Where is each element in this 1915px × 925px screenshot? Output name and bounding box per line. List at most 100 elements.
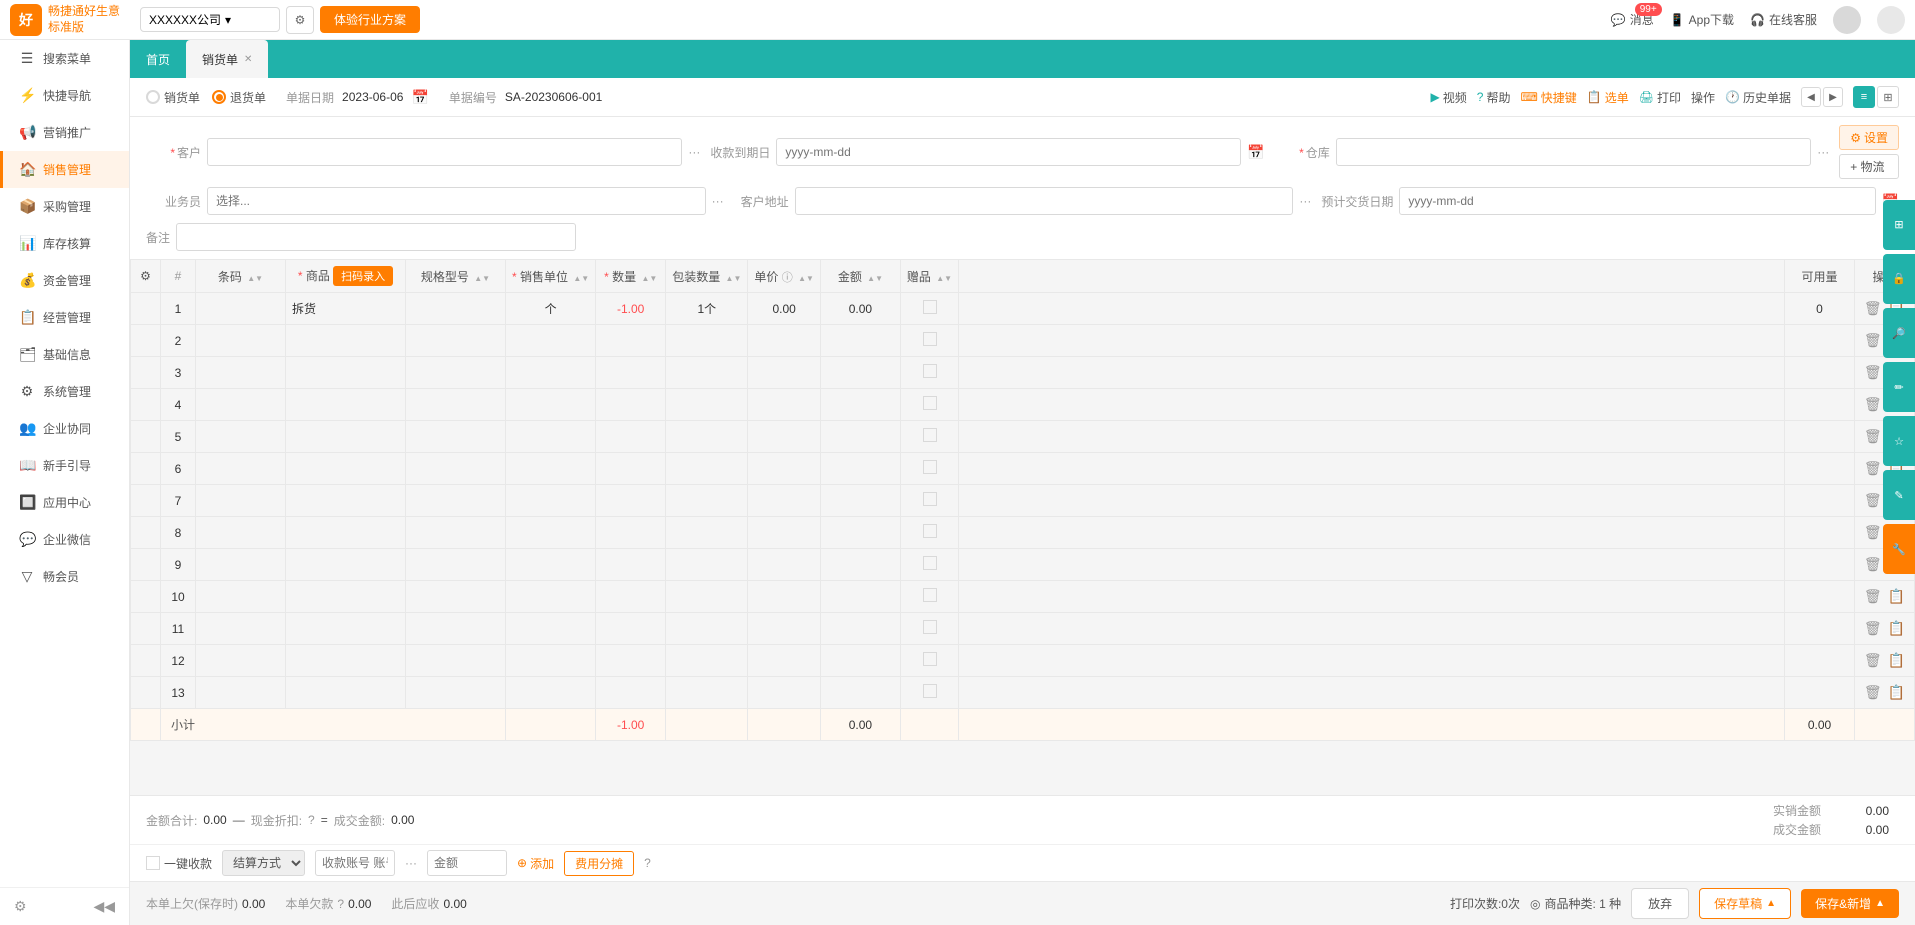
user-avatar[interactable] bbox=[1833, 6, 1861, 34]
expected-date-input[interactable] bbox=[1399, 187, 1875, 215]
fee-split-help-icon[interactable]: ? bbox=[644, 856, 651, 870]
col-product[interactable]: * 商品 扫码录入 bbox=[286, 260, 406, 293]
tab-close-icon[interactable]: ✕ bbox=[244, 54, 252, 65]
grid-view-button[interactable]: ⊞ bbox=[1877, 86, 1899, 108]
sidebar-item-basic-info[interactable]: 🗂 基础信息 bbox=[0, 336, 129, 373]
due-date-calendar-icon[interactable]: 📅 bbox=[1247, 144, 1264, 161]
sales-radio[interactable]: 销货单 bbox=[146, 89, 200, 106]
gift-checkbox[interactable] bbox=[923, 620, 937, 634]
discard-button[interactable]: 放弃 bbox=[1631, 888, 1689, 919]
col-settings[interactable]: ⚙ bbox=[131, 260, 161, 293]
delete-row-icon[interactable]: 🗑 bbox=[1864, 460, 1882, 477]
addr-dots-button[interactable]: ··· bbox=[1299, 194, 1311, 208]
col-pkg[interactable]: 包装数量 ▲▼ bbox=[666, 260, 748, 293]
delete-row-icon[interactable]: 🗑 bbox=[1864, 620, 1882, 637]
delete-row-icon[interactable]: 🗑 bbox=[1864, 492, 1882, 509]
delete-row-icon[interactable]: 🗑 bbox=[1864, 588, 1882, 605]
message-button[interactable]: 💬 消息 99+ bbox=[1611, 11, 1654, 28]
gift-checkbox[interactable] bbox=[923, 652, 937, 666]
sidebar-item-inventory[interactable]: 📊 库存核算 bbox=[0, 225, 129, 262]
pay-method-select[interactable]: 结算方式 bbox=[222, 850, 305, 876]
sidebar-item-finance[interactable]: 💰 资金管理 bbox=[0, 262, 129, 299]
settings-gear-button[interactable]: ⚙ bbox=[286, 6, 314, 34]
notes-input[interactable] bbox=[176, 223, 576, 251]
float-grid-button[interactable]: ⊞ bbox=[1883, 200, 1915, 250]
row-product[interactable]: 拆货 bbox=[286, 293, 406, 325]
shortcut-action[interactable]: ⌨ 快捷键 bbox=[1520, 89, 1576, 106]
col-spec[interactable]: 规格型号 ▲▼ bbox=[406, 260, 506, 293]
col-qty[interactable]: * 数量 ▲▼ bbox=[596, 260, 666, 293]
float-tool-button[interactable]: 🔧 bbox=[1883, 524, 1915, 574]
float-search-button[interactable]: 🔎 bbox=[1883, 308, 1915, 358]
gift-checkbox[interactable] bbox=[923, 492, 937, 506]
row-qty[interactable]: -1.00 bbox=[596, 293, 666, 325]
col-price[interactable]: 单价 ⓘ ▲▼ bbox=[748, 260, 821, 293]
delete-row-icon[interactable]: 🗑 bbox=[1864, 428, 1882, 445]
row-gift[interactable] bbox=[900, 293, 958, 325]
copy-row-icon[interactable]: 📋 bbox=[1888, 620, 1905, 637]
save-new-button[interactable]: 保存&新增 ▲ bbox=[1801, 889, 1899, 918]
sidebar-item-search[interactable]: ☰ 搜索菜单 bbox=[0, 40, 129, 77]
sidebar-item-system[interactable]: ⚙ 系统管理 bbox=[0, 373, 129, 410]
sidebar-item-sales[interactable]: 🏠 销售管理 bbox=[0, 151, 129, 188]
prev-arrow[interactable]: ◀ bbox=[1801, 87, 1821, 107]
one-click-checkbox[interactable] bbox=[146, 856, 160, 870]
tab-home[interactable]: 首页 bbox=[130, 40, 186, 78]
gift-checkbox[interactable] bbox=[923, 300, 937, 314]
total-owed-help-icon[interactable]: ? bbox=[337, 897, 344, 911]
sidebar-item-member[interactable]: ▽ 畅会员 bbox=[0, 558, 129, 595]
fee-split-button[interactable]: 费用分摊 bbox=[564, 851, 634, 876]
delete-row-icon[interactable]: 🗑 bbox=[1864, 524, 1882, 541]
copy-row-icon[interactable]: 📋 bbox=[1888, 588, 1905, 605]
float-lock-button[interactable]: 🔒 bbox=[1883, 254, 1915, 304]
delete-row-icon[interactable]: 🗑 bbox=[1864, 364, 1882, 381]
product-kind[interactable]: ◎ 商品种类: 1 种 bbox=[1530, 895, 1621, 912]
delete-row-icon[interactable]: 🗑 bbox=[1864, 556, 1882, 573]
col-barcode[interactable]: 条码 ▲▼ bbox=[196, 260, 286, 293]
next-arrow[interactable]: ▶ bbox=[1823, 87, 1843, 107]
account-input[interactable] bbox=[315, 850, 395, 876]
delete-row-icon[interactable]: 🗑 bbox=[1864, 332, 1882, 349]
customer-input[interactable] bbox=[207, 138, 682, 166]
float-note-button[interactable]: ✎ bbox=[1883, 470, 1915, 520]
row-spec[interactable] bbox=[406, 293, 506, 325]
gift-checkbox[interactable] bbox=[923, 428, 937, 442]
warehouse-input[interactable]: 建材仓 bbox=[1336, 138, 1811, 166]
row-note[interactable] bbox=[959, 293, 1785, 325]
copy-row-icon[interactable]: 📋 bbox=[1888, 652, 1905, 669]
delete-row-icon[interactable]: 🗑 bbox=[1864, 684, 1882, 701]
logistics-button[interactable]: + 物流 bbox=[1839, 154, 1899, 179]
trial-button[interactable]: 体验行业方案 bbox=[320, 6, 420, 33]
table-wrapper[interactable]: ⚙ # 条码 ▲▼ * 商品 扫码录入 规格型号 ▲▼ bbox=[130, 259, 1915, 795]
sidebar-item-guide[interactable]: 📖 新手引导 bbox=[0, 447, 129, 484]
gift-checkbox[interactable] bbox=[923, 684, 937, 698]
row-product[interactable] bbox=[286, 325, 406, 357]
delete-row-icon[interactable]: 🗑 bbox=[1864, 396, 1882, 413]
user-avatar2[interactable] bbox=[1877, 6, 1905, 34]
gift-checkbox[interactable] bbox=[923, 524, 937, 538]
row-pkg-qty[interactable]: 1个 bbox=[666, 293, 748, 325]
gift-checkbox[interactable] bbox=[923, 588, 937, 602]
form-settings-button[interactable]: ⚙ 设置 bbox=[1839, 125, 1899, 150]
pay-amount-input[interactable] bbox=[427, 850, 507, 876]
discount-help-icon[interactable]: ? bbox=[308, 813, 315, 827]
app-download-button[interactable]: 📱 App下载 bbox=[1670, 11, 1734, 28]
gift-checkbox[interactable] bbox=[923, 556, 937, 570]
row-barcode[interactable] bbox=[196, 325, 286, 357]
tab-sales-order[interactable]: 销货单 ✕ bbox=[186, 40, 268, 78]
settings-bottom-icon[interactable]: ⚙ bbox=[14, 898, 27, 915]
print-action[interactable]: 🖨 打印 bbox=[1639, 89, 1681, 106]
salesperson-input[interactable] bbox=[207, 187, 706, 215]
sidebar-item-app-center[interactable]: 🔲 应用中心 bbox=[0, 484, 129, 521]
history-action[interactable]: 🕐 历史单据 bbox=[1725, 89, 1791, 106]
sidebar-item-marketing[interactable]: 📢 营销推广 bbox=[0, 114, 129, 151]
one-click-pay-checkbox[interactable]: 一键收款 bbox=[146, 855, 212, 872]
col-unit[interactable]: * 销售单位 ▲▼ bbox=[506, 260, 596, 293]
sidebar-item-enterprise[interactable]: 👥 企业协同 bbox=[0, 410, 129, 447]
copy-row-icon[interactable]: 📋 bbox=[1888, 684, 1905, 701]
scan-button[interactable]: 扫码录入 bbox=[333, 266, 393, 286]
gift-checkbox[interactable] bbox=[923, 332, 937, 346]
col-gift[interactable]: 赠品 ▲▼ bbox=[900, 260, 958, 293]
operate-action[interactable]: 操作 bbox=[1691, 89, 1715, 106]
gift-checkbox[interactable] bbox=[923, 364, 937, 378]
